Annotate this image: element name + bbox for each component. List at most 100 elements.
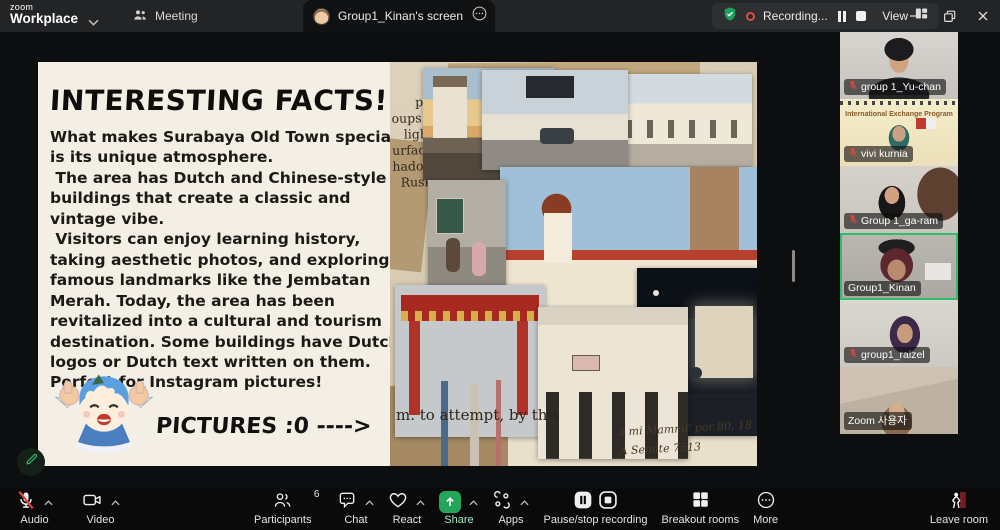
video-tile[interactable]: International Exchange Program vivi kurn…: [840, 99, 958, 166]
book-text-fragment: m. to attempt, by this: [396, 406, 560, 424]
video-tile[interactable]: Group 1_ga-ram: [840, 166, 958, 233]
participant-name: group1_raizel: [861, 348, 925, 361]
apps-label: Apps: [498, 514, 524, 526]
annotate-button[interactable]: [17, 448, 45, 476]
participant-name: Group 1_ga-ram: [861, 214, 939, 227]
stop-recording-icon[interactable]: [598, 490, 618, 515]
title-bar: zoom Workplace Meeting Group1_Kinan's sc…: [0, 0, 1000, 32]
video-tile[interactable]: group1_raizel: [840, 300, 958, 367]
zoom-workplace-logo: zoom Workplace: [10, 2, 79, 27]
camera-icon: [81, 490, 103, 515]
chat-bubble-icon: [337, 490, 357, 515]
breakout-rooms-label: Breakout rooms: [661, 514, 740, 526]
participant-name-tag: vivi kurnia: [844, 146, 913, 162]
photo-street-white-buildings: [482, 70, 628, 170]
share-chevron-icon[interactable]: [469, 493, 479, 511]
participants-label: Participants: [254, 514, 312, 526]
meeting-toolbar: Audio Video 6 Participants Chat React Sh…: [0, 488, 1000, 530]
pause-stop-recording-button[interactable]: Pause/stop recording: [543, 490, 647, 526]
participant-name: Zoom 사용자: [848, 415, 907, 427]
virtual-background-text: International Exchange Program: [845, 111, 953, 118]
handwritten-note: a mi Mammi' por 80, 18 A Senate 7513: [618, 417, 753, 461]
share-button[interactable]: Share: [439, 490, 479, 526]
zoom-workplace-window: zoom Workplace Meeting Group1_Kinan's sc…: [0, 0, 1000, 530]
photo-people-by-sign: [428, 180, 506, 292]
close-button[interactable]: [966, 0, 1000, 32]
tab-ellipsis-icon[interactable]: [471, 5, 488, 27]
minimize-button[interactable]: [898, 0, 932, 32]
pause-recording-icon[interactable]: [837, 10, 847, 22]
mic-muted-icon: [848, 80, 858, 93]
presentation-slide: INTERESTING FACTS!! What makes Surabaya …: [38, 62, 757, 466]
audio-label: Audio: [20, 514, 49, 526]
chat-chevron-icon[interactable]: [365, 493, 375, 511]
participants-icon: [272, 490, 293, 515]
share-screen-icon: [439, 491, 462, 513]
anime-character-sticker: [52, 362, 156, 463]
video-tile[interactable]: Zoom 사용자: [840, 367, 958, 434]
logo-line2: Workplace: [10, 11, 79, 27]
participants-video-strip: group 1_Yu-chan International Exchange P…: [840, 32, 958, 434]
participants-count-badge: 6: [313, 489, 320, 500]
chat-label: Chat: [344, 514, 368, 526]
chat-button[interactable]: Chat: [337, 490, 375, 526]
video-label: Video: [86, 514, 115, 526]
participant-name-tag: Group 1_ga-ram: [844, 213, 944, 229]
pause-stop-recording-label: Pause/stop recording: [543, 514, 648, 526]
participant-name: Group1_Kinan: [848, 282, 916, 294]
more-button[interactable]: More: [753, 490, 778, 526]
shared-screen-tab-label: Group1_Kinan's screen: [338, 9, 464, 23]
restore-button[interactable]: [932, 0, 966, 32]
share-label: Share: [444, 514, 474, 526]
video-tile[interactable]: group 1_Yu-chan: [840, 32, 958, 99]
participant-name: group 1_Yu-chan: [861, 80, 941, 93]
tab-shared-screen[interactable]: Group1_Kinan's screen: [303, 0, 495, 32]
participants-button[interactable]: 6 Participants: [254, 489, 323, 526]
participant-name-tag: group 1_Yu-chan: [844, 79, 946, 95]
participant-name-tag: Zoom 사용자: [844, 412, 912, 430]
participant-name-tag: group1_raizel: [844, 347, 930, 363]
audio-chevron-icon[interactable]: [44, 493, 53, 511]
meeting-tab-label: Meeting: [155, 9, 198, 23]
pause-recording-icon[interactable]: [573, 490, 593, 515]
slide-text-column: INTERESTING FACTS!! What makes Surabaya …: [49, 84, 406, 393]
video-tile-active-speaker[interactable]: Group1_Kinan: [840, 233, 958, 300]
react-label: React: [392, 514, 422, 526]
mic-muted-icon: [16, 490, 36, 515]
mic-muted-icon: [848, 147, 858, 160]
apps-button[interactable]: Apps: [492, 490, 530, 526]
slide-paragraph-1: What makes Surabaya Old Town special is …: [50, 128, 397, 167]
react-chevron-icon[interactable]: [416, 493, 426, 511]
slide-paragraph-2: The area has Dutch and Chinese-style bui…: [50, 168, 387, 228]
slide-heading: INTERESTING FACTS!!: [49, 84, 402, 117]
participant-name: vivi kurnia: [861, 147, 908, 160]
pictures-label: PICTURES :0 ---->: [155, 414, 373, 439]
tab-meeting[interactable]: Meeting: [124, 0, 206, 32]
photo-colonial-arcade: [626, 74, 752, 166]
apps-chevron-icon[interactable]: [520, 493, 530, 511]
meeting-people-icon: [132, 7, 148, 26]
breakout-rooms-button[interactable]: Breakout rooms: [661, 490, 739, 526]
stop-recording-icon[interactable]: [856, 11, 867, 21]
more-ellipsis-icon: [756, 490, 776, 515]
video-button[interactable]: Video: [81, 490, 120, 526]
participant-name-tag: Group1_Kinan: [844, 281, 921, 296]
leave-room-label: Leave room: [929, 514, 988, 526]
photo-collage: ps oups light urfaces hadows Ruskin it w…: [390, 62, 757, 466]
audio-button[interactable]: Audio: [16, 490, 53, 526]
shield-check-icon[interactable]: [722, 6, 738, 27]
window-controls: [898, 0, 1000, 32]
breakout-grid-icon: [691, 490, 710, 514]
mic-muted-icon: [848, 348, 858, 361]
video-chevron-icon[interactable]: [111, 493, 120, 511]
chevron-down-icon[interactable]: [88, 13, 99, 31]
apps-icon: [492, 490, 512, 515]
react-button[interactable]: React: [388, 490, 426, 526]
leave-room-button[interactable]: Leave room: [930, 490, 988, 526]
mic-muted-icon: [848, 214, 858, 227]
record-dot-icon: [746, 11, 755, 21]
more-label: More: [753, 514, 779, 526]
pencil-icon: [24, 452, 39, 472]
heart-icon: [388, 490, 408, 515]
panel-resize-handle[interactable]: [792, 250, 795, 282]
